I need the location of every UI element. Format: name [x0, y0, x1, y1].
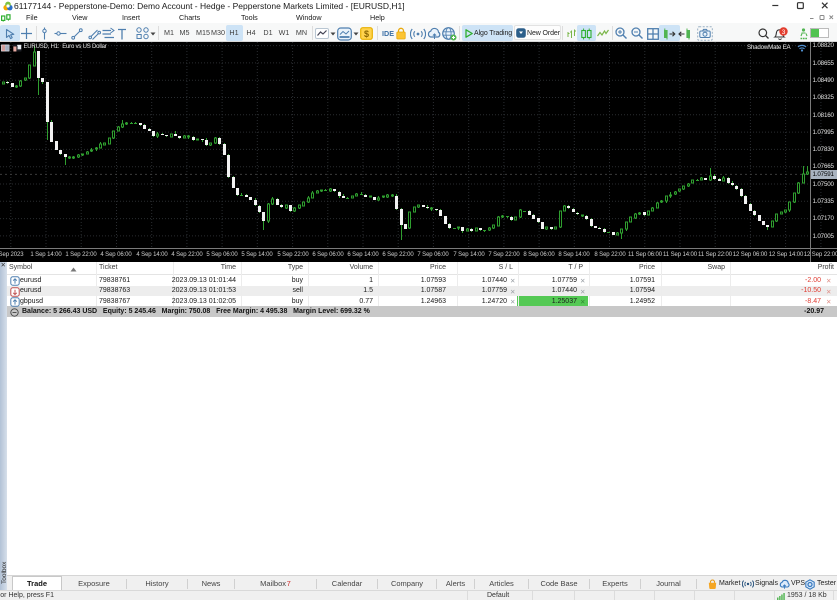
svg-text:$: $	[363, 29, 368, 39]
svg-text:3: 3	[781, 29, 785, 36]
